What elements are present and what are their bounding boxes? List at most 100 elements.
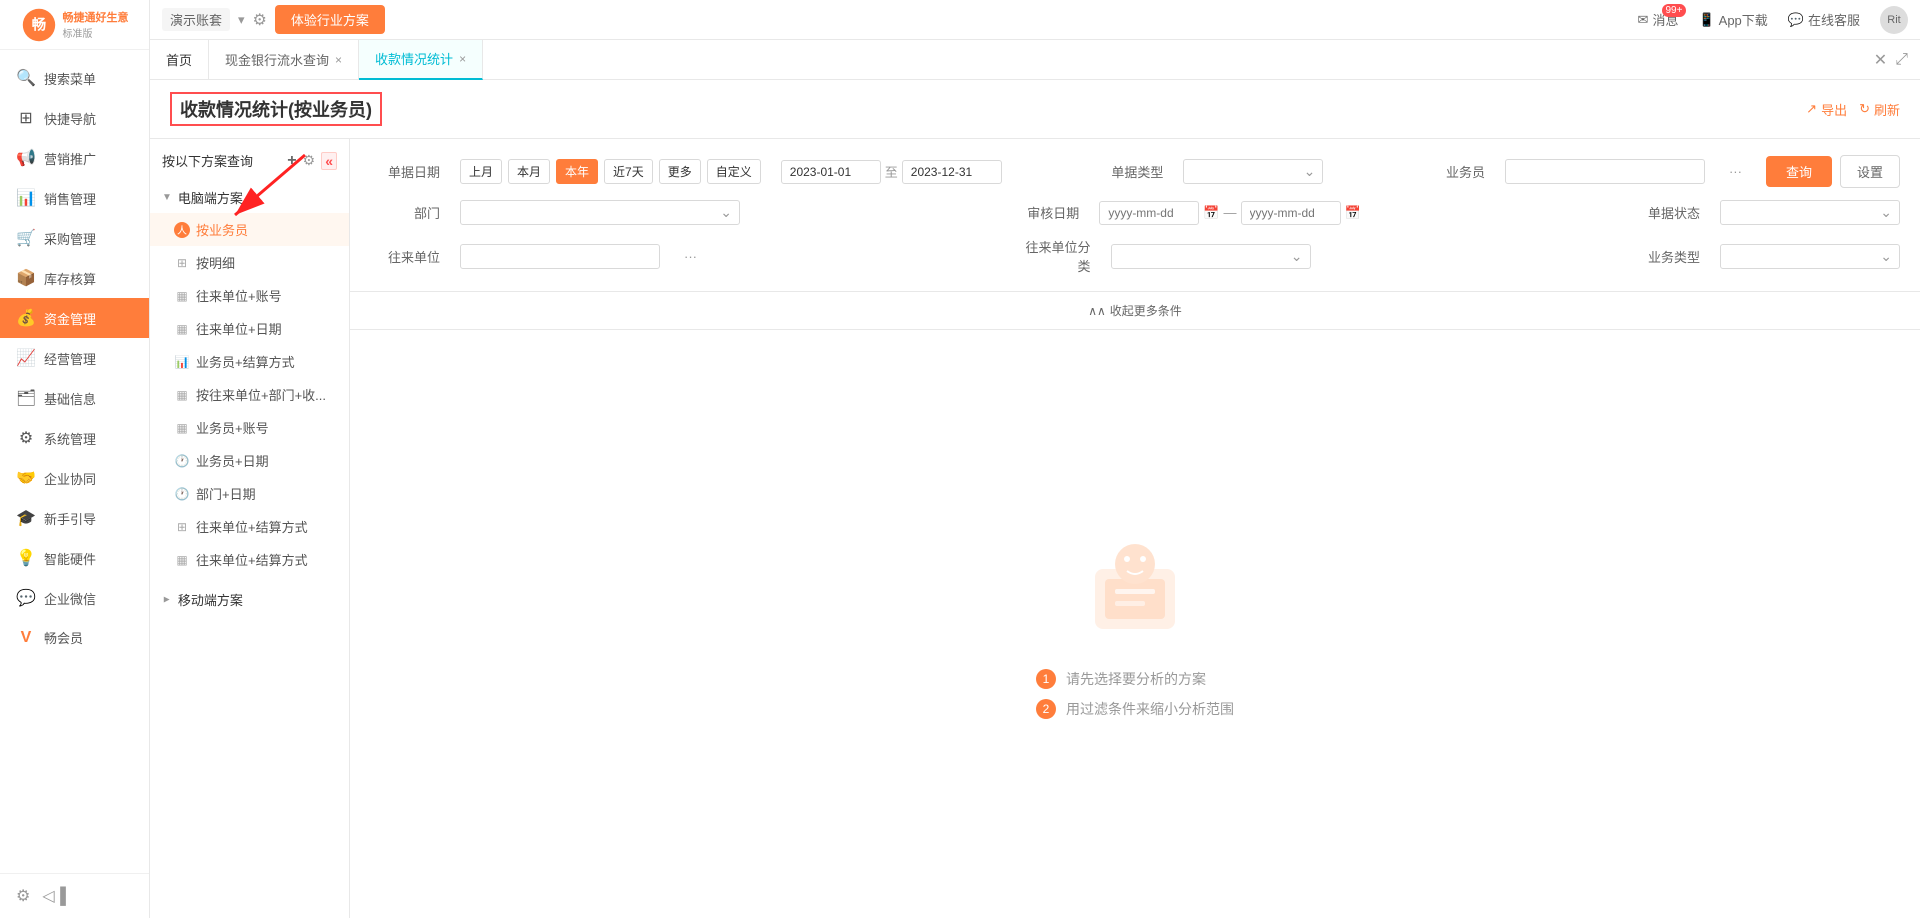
counterpart-category-label: 往来单位分类 — [1021, 237, 1091, 275]
svg-text:畅: 畅 — [31, 15, 45, 33]
scheme-header-title: 按以下方案查询 — [162, 151, 253, 170]
date-btn-this-month[interactable]: 本月 — [508, 159, 550, 184]
export-icon: ↗ — [1806, 101, 1817, 117]
date-from-input[interactable] — [781, 160, 881, 184]
counterpart-more-icon[interactable]: ··· — [680, 247, 701, 266]
doc-type-select[interactable] — [1183, 159, 1323, 184]
tab-bank-flow-close[interactable]: × — [335, 53, 342, 67]
review-date-from[interactable] — [1099, 201, 1199, 225]
doc-status-select[interactable] — [1720, 200, 1900, 225]
counterpart-input[interactable] — [460, 244, 660, 269]
scheme-item-by-salesperson[interactable]: 人 按业务员 — [150, 213, 349, 246]
scheme-item-counterpart-settlement2[interactable]: ▦ 往来单位+结算方式 — [150, 543, 349, 576]
maximize-window-icon[interactable]: ⤢ — [1895, 51, 1908, 69]
sidebar-item-sales[interactable]: 📊 销售管理 — [0, 178, 149, 218]
system-icon: ⚙ — [16, 428, 36, 448]
app-download-item[interactable]: 📱 App下载 — [1698, 10, 1767, 29]
date-to-input[interactable] — [902, 160, 1002, 184]
guide-icon: 🎓 — [16, 508, 36, 528]
online-service-item[interactable]: 💬 在线客服 — [1788, 10, 1860, 29]
company-dropdown-icon[interactable]: ▾ — [238, 12, 245, 28]
scheme-item-salesperson-settlement-label: 业务员+结算方式 — [196, 352, 295, 371]
scheme-desktop-group-title[interactable]: ▼ 电脑端方案 — [150, 182, 349, 213]
sidebar-item-member[interactable]: V 畅会员 — [0, 618, 149, 657]
sidebar-item-marketing[interactable]: 📢 营销推广 — [0, 138, 149, 178]
collapse-bar[interactable]: ∧∧ 收起更多条件 — [350, 292, 1920, 330]
empty-step-2: 2 用过滤条件来缩小分析范围 — [1036, 699, 1234, 719]
marketing-icon: 📢 — [16, 148, 36, 168]
review-date-calendar-from[interactable]: 📅 — [1203, 205, 1219, 221]
scheme-item-counterpart-date[interactable]: ▦ 往来单位+日期 — [150, 312, 349, 345]
member-icon: V — [16, 629, 36, 647]
trial-button[interactable]: 体验行业方案 — [275, 5, 385, 34]
scheme-settings-icon[interactable]: ⚙ — [303, 152, 316, 169]
scheme-item-salesperson-date[interactable]: 🕐 业务员+日期 — [150, 444, 349, 477]
date-btn-this-year[interactable]: 本年 — [556, 159, 598, 184]
scheme-item-salesperson-settlement[interactable]: 📊 业务员+结算方式 — [150, 345, 349, 378]
sidebar-item-basic-info[interactable]: 🗂 基础信息 — [0, 378, 149, 418]
collapse-sidebar-icon[interactable]: ◁▐ — [42, 886, 66, 906]
scheme-add-icon[interactable]: + — [287, 152, 296, 170]
dept-select[interactable] — [460, 200, 740, 225]
date-btn-last7[interactable]: 近7天 — [604, 159, 653, 184]
sidebar-item-wechat[interactable]: 💬 企业微信 — [0, 578, 149, 618]
step-num-1: 1 — [1036, 669, 1056, 689]
scheme-item-dept-date-label: 部门+日期 — [196, 484, 256, 503]
sidebar-item-operations[interactable]: 📈 经营管理 — [0, 338, 149, 378]
logo: 畅 畅捷通好生意 标准版 — [0, 0, 149, 50]
scheme-item-counterpart-dept[interactable]: ▦ 按往来单位+部门+收... — [150, 378, 349, 411]
mobile-group-label: 移动端方案 — [178, 590, 243, 609]
tab-home-label: 首页 — [166, 50, 192, 69]
counterpart-category-select[interactable] — [1111, 244, 1311, 269]
mobile-group-arrow: ▼ — [161, 595, 172, 605]
user-avatar[interactable]: Rit — [1880, 6, 1908, 34]
scheme-item-salesperson-account[interactable]: ▦ 业务员+账号 — [150, 411, 349, 444]
settings-bottom-icon[interactable]: ⚙ — [16, 886, 30, 906]
doc-type-label: 单据类型 — [1093, 162, 1163, 181]
scheme-item-counterpart-account[interactable]: ▦ 往来单位+账号 — [150, 279, 349, 312]
quick-nav-icon: ⊞ — [16, 108, 36, 128]
scheme-item-by-detail[interactable]: ⊞ 按明细 — [150, 246, 349, 279]
sidebar-item-quick-nav[interactable]: ⊞ 快捷导航 — [0, 98, 149, 138]
salesperson-more-icon[interactable]: ··· — [1725, 162, 1746, 181]
sidebar-item-inventory[interactable]: 📦 库存核算 — [0, 258, 149, 298]
refresh-button[interactable]: ↻ 刷新 — [1859, 100, 1900, 119]
sidebar-item-smart-hw[interactable]: 💡 智能硬件 — [0, 538, 149, 578]
sidebar-item-enterprise[interactable]: 🤝 企业协同 — [0, 458, 149, 498]
scheme-mobile-group-title[interactable]: ▼ 移动端方案 — [150, 584, 349, 615]
salesperson-input[interactable] — [1505, 159, 1705, 184]
refresh-icon: ↻ — [1859, 101, 1870, 117]
date-btn-custom[interactable]: 自定义 — [707, 159, 761, 184]
sidebar-item-guide[interactable]: 🎓 新手引导 — [0, 498, 149, 538]
sidebar-item-finance[interactable]: 💰 资金管理 — [0, 298, 149, 338]
filter-settings-button[interactable]: 设置 — [1840, 155, 1900, 188]
search-menu-icon: 🔍 — [16, 68, 36, 88]
close-window-icon[interactable]: ✕ — [1874, 50, 1887, 70]
scheme-collapse-icon[interactable]: « — [321, 152, 337, 170]
desktop-group-arrow: ▼ — [162, 192, 172, 203]
counterpart-settlement2-icon: ▦ — [174, 552, 190, 568]
header-settings-icon[interactable]: ⚙ — [253, 10, 267, 30]
message-item[interactable]: ✉ 消息 99+ — [1638, 10, 1679, 29]
tab-collection-stat-close[interactable]: × — [459, 52, 466, 66]
date-btn-prev-month[interactable]: 上月 — [460, 159, 502, 184]
sidebar-item-search-menu[interactable]: 🔍 搜索菜单 — [0, 58, 149, 98]
biz-type-select[interactable] — [1720, 244, 1900, 269]
detail-scheme-icon: ⊞ — [174, 255, 190, 271]
scheme-item-dept-date[interactable]: 🕐 部门+日期 — [150, 477, 349, 510]
review-date-calendar-to[interactable]: 📅 — [1345, 205, 1361, 221]
tab-collection-stat[interactable]: 收款情况统计 × — [359, 40, 483, 80]
sidebar-item-system[interactable]: ⚙ 系统管理 — [0, 418, 149, 458]
sidebar-item-purchase[interactable]: 🛒 采购管理 — [0, 218, 149, 258]
counterpart-settlement1-icon: ⊞ — [174, 519, 190, 535]
review-date-to[interactable] — [1241, 201, 1341, 225]
tab-bank-flow[interactable]: 现金银行流水查询 × — [209, 40, 359, 80]
scheme-item-counterpart-settlement1[interactable]: ⊞ 往来单位+结算方式 — [150, 510, 349, 543]
scheme-item-salesperson-date-label: 业务员+日期 — [196, 451, 269, 470]
date-btn-more[interactable]: 更多 — [659, 159, 701, 184]
query-button[interactable]: 查询 — [1766, 156, 1832, 187]
main-content: 首页 现金银行流水查询 × 收款情况统计 × ✕ ⤢ 收款情况统计(按业务员) … — [150, 40, 1920, 918]
header-left: 演示账套 ▾ ⚙ 体验行业方案 — [162, 5, 1638, 34]
tab-home[interactable]: 首页 — [150, 40, 209, 80]
export-button[interactable]: ↗ 导出 — [1806, 100, 1847, 119]
